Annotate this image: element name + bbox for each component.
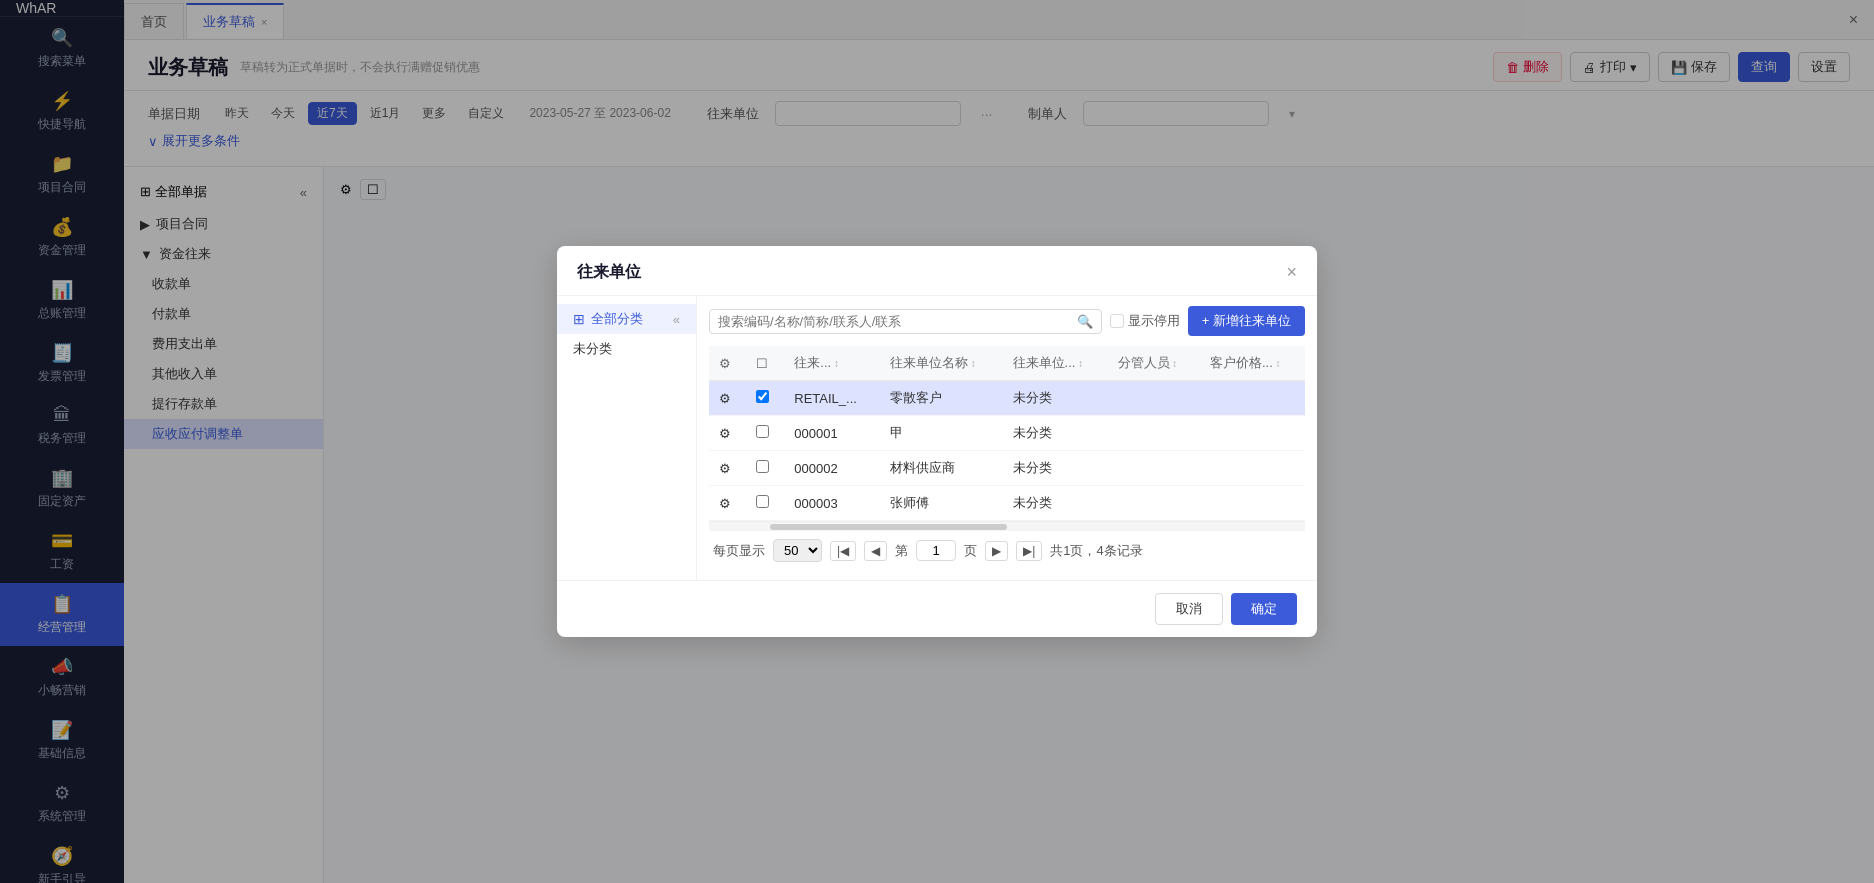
- row-category: 未分类: [1003, 451, 1108, 486]
- row-settings[interactable]: ⚙: [709, 416, 746, 451]
- row-settings[interactable]: ⚙: [709, 451, 746, 486]
- dialog-right-panel: 🔍 显示停用 + 新增往来单位 ⚙ ☐: [697, 296, 1317, 580]
- dialog-title: 往来单位: [577, 262, 641, 283]
- cancel-button[interactable]: 取消: [1155, 593, 1223, 625]
- row-code: 000002: [784, 451, 880, 486]
- row-code: RETAIL_...: [784, 381, 880, 416]
- dialog-partner: 往来单位 × ⊞ 全部分类 « 未分类: [557, 246, 1317, 637]
- dialog-footer: 取消 确定: [557, 580, 1317, 637]
- row-category: 未分类: [1003, 416, 1108, 451]
- row-manager: [1108, 451, 1200, 486]
- row-code: 000001: [784, 416, 880, 451]
- show-disabled-checkbox[interactable]: [1110, 314, 1124, 328]
- page-prev-button[interactable]: ◀: [864, 541, 887, 561]
- row-price: [1200, 486, 1305, 521]
- dialog-search-box: 🔍: [709, 309, 1102, 334]
- row-price: [1200, 381, 1305, 416]
- page-prefix: 第: [895, 542, 908, 560]
- row-manager: [1108, 381, 1200, 416]
- pagination-row: 每页显示 50 |◀ ◀ 第 页 ▶ ▶| 共1页，4条记录: [709, 531, 1305, 570]
- col-code[interactable]: 往来...: [784, 346, 880, 381]
- dialog-table-body: ⚙ RETAIL_... 零散客户 未分类 ⚙: [709, 381, 1305, 521]
- row-name: 甲: [880, 416, 1003, 451]
- dialog-table-head: ⚙ ☐ 往来... 往来单位名称 往来单位... 分管人员 客户价格...: [709, 346, 1305, 381]
- page-number-input[interactable]: [916, 540, 956, 561]
- scroll-thumb: [770, 524, 1007, 530]
- cat-all-icon: ⊞: [573, 311, 585, 327]
- cat-unclassified-label: 未分类: [573, 340, 612, 358]
- show-disabled-text: 显示停用: [1128, 312, 1180, 330]
- dialog-left-panel: ⊞ 全部分类 « 未分类: [557, 296, 697, 580]
- modal-overlay: 往来单位 × ⊞ 全部分类 « 未分类: [0, 0, 1874, 883]
- col-name[interactable]: 往来单位名称: [880, 346, 1003, 381]
- row-checkbox[interactable]: [746, 381, 784, 416]
- table-row[interactable]: ⚙ 000002 材料供应商 未分类: [709, 451, 1305, 486]
- row-price: [1200, 451, 1305, 486]
- total-records: 共1页，4条记录: [1050, 542, 1142, 560]
- dialog-toolbar: 🔍 显示停用 + 新增往来单位: [709, 306, 1305, 336]
- cat-unclassified[interactable]: 未分类: [557, 334, 696, 364]
- cat-all[interactable]: ⊞ 全部分类 «: [557, 304, 696, 334]
- table-row[interactable]: ⚙ RETAIL_... 零散客户 未分类: [709, 381, 1305, 416]
- row-name: 张师傅: [880, 486, 1003, 521]
- dialog-header: 往来单位 ×: [557, 246, 1317, 296]
- row-settings[interactable]: ⚙: [709, 381, 746, 416]
- per-page-select[interactable]: 50: [773, 539, 822, 562]
- per-page-label: 每页显示: [713, 542, 765, 560]
- row-manager: [1108, 486, 1200, 521]
- dialog-table-header-row: ⚙ ☐ 往来... 往来单位名称 往来单位... 分管人员 客户价格...: [709, 346, 1305, 381]
- row-checkbox[interactable]: [746, 486, 784, 521]
- col-manager[interactable]: 分管人员: [1108, 346, 1200, 381]
- dialog-close-button[interactable]: ×: [1286, 262, 1297, 283]
- cat-all-label: 全部分类: [591, 310, 643, 328]
- row-name: 零散客户: [880, 381, 1003, 416]
- col-settings[interactable]: ⚙: [709, 346, 746, 381]
- dialog-table: ⚙ ☐ 往来... 往来单位名称 往来单位... 分管人员 客户价格...: [709, 346, 1305, 521]
- dialog-table-wrap: ⚙ ☐ 往来... 往来单位名称 往来单位... 分管人员 客户价格...: [709, 346, 1305, 521]
- table-row[interactable]: ⚙ 000001 甲 未分类: [709, 416, 1305, 451]
- page-first-button[interactable]: |◀: [830, 541, 856, 561]
- row-category: 未分类: [1003, 381, 1108, 416]
- page-suffix: 页: [964, 542, 977, 560]
- dialog-search-input[interactable]: [718, 314, 1071, 329]
- row-category: 未分类: [1003, 486, 1108, 521]
- col-select[interactable]: ☐: [746, 346, 784, 381]
- show-disabled-label[interactable]: 显示停用: [1110, 312, 1180, 330]
- col-price[interactable]: 客户价格...: [1200, 346, 1305, 381]
- row-price: [1200, 416, 1305, 451]
- add-partner-button[interactable]: + 新增往来单位: [1188, 306, 1305, 336]
- search-icon: 🔍: [1077, 314, 1093, 329]
- row-checkbox[interactable]: [746, 416, 784, 451]
- row-settings[interactable]: ⚙: [709, 486, 746, 521]
- row-manager: [1108, 416, 1200, 451]
- dialog-actions: 取消 确定: [1155, 593, 1297, 625]
- collapse-left-icon[interactable]: «: [673, 312, 680, 327]
- col-category[interactable]: 往来单位...: [1003, 346, 1108, 381]
- dialog-body: ⊞ 全部分类 « 未分类 🔍 显示停用: [557, 296, 1317, 580]
- table-row[interactable]: ⚙ 000003 张师傅 未分类: [709, 486, 1305, 521]
- row-code: 000003: [784, 486, 880, 521]
- row-name: 材料供应商: [880, 451, 1003, 486]
- horizontal-scrollbar[interactable]: [709, 521, 1305, 531]
- page-next-button[interactable]: ▶: [985, 541, 1008, 561]
- confirm-button[interactable]: 确定: [1231, 593, 1297, 625]
- page-last-button[interactable]: ▶|: [1016, 541, 1042, 561]
- row-checkbox[interactable]: [746, 451, 784, 486]
